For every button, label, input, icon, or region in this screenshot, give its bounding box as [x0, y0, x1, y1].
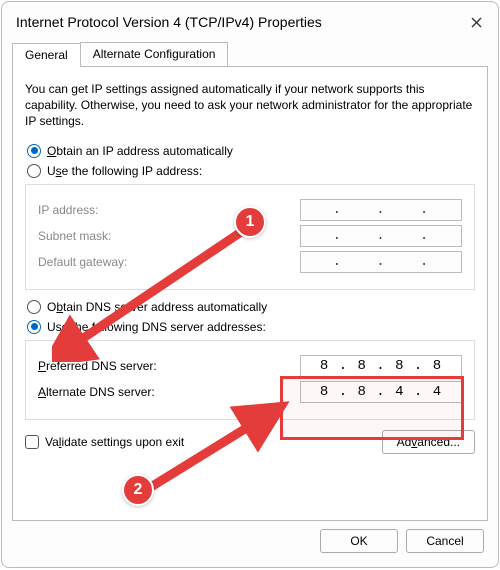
subnet-mask-label: Subnet mask: — [38, 229, 111, 243]
window-title: Internet Protocol Version 4 (TCP/IPv4) P… — [16, 14, 322, 30]
radio-icon — [27, 300, 41, 314]
subnet-mask-input: . . . — [300, 225, 462, 247]
titlebar: Internet Protocol Version 4 (TCP/IPv4) P… — [2, 2, 498, 42]
tab-alternate[interactable]: Alternate Configuration — [80, 42, 229, 66]
radio-label: Use the following DNS server addresses: — [47, 320, 266, 334]
default-gateway-input: . . . — [300, 251, 462, 273]
annotation-highlight-box — [280, 376, 464, 440]
annotation-callout-1: 1 — [234, 206, 266, 238]
properties-dialog: Internet Protocol Version 4 (TCP/IPv4) P… — [1, 1, 499, 568]
dialog-buttons: OK Cancel — [2, 529, 498, 567]
alternate-dns-label: Alternate DNS server: — [38, 385, 155, 399]
default-gateway-label: Default gateway: — [38, 255, 127, 269]
radio-label: Obtain DNS server address automatically — [47, 300, 267, 314]
radio-ip-manual[interactable]: Use the following IP address: — [27, 164, 475, 178]
radio-dns-manual[interactable]: Use the following DNS server addresses: — [27, 320, 475, 334]
radio-ip-auto[interactable]: Obtain an IP address automatically — [27, 144, 475, 158]
annotation-callout-2: 2 — [122, 474, 154, 506]
tab-general[interactable]: General — [12, 43, 81, 67]
intro-text: You can get IP settings assigned automat… — [25, 81, 475, 130]
validate-label: Validate settings upon exit — [45, 435, 184, 449]
validate-checkbox[interactable]: Validate settings upon exit — [25, 435, 184, 449]
radio-dns-auto[interactable]: Obtain DNS server address automatically — [27, 300, 475, 314]
preferred-dns-label: Preferred DNS server: — [38, 359, 157, 373]
checkbox-icon — [25, 435, 39, 449]
tab-panel-general: You can get IP settings assigned automat… — [12, 66, 488, 521]
radio-icon — [27, 164, 41, 178]
preferred-dns-input[interactable]: 8 . 8 . 8 . 8 — [300, 355, 462, 377]
ok-button[interactable]: OK — [320, 529, 398, 553]
radio-label: Use the following IP address: — [47, 164, 202, 178]
close-button[interactable] — [460, 10, 492, 34]
tab-strip: General Alternate Configuration — [2, 42, 498, 66]
ip-address-label: IP address: — [38, 203, 98, 217]
cancel-button[interactable]: Cancel — [406, 529, 484, 553]
radio-icon — [27, 144, 41, 158]
close-icon — [471, 17, 482, 28]
radio-label: Obtain an IP address automatically — [47, 144, 233, 158]
ip-address-input: . . . — [300, 199, 462, 221]
radio-icon — [27, 320, 41, 334]
